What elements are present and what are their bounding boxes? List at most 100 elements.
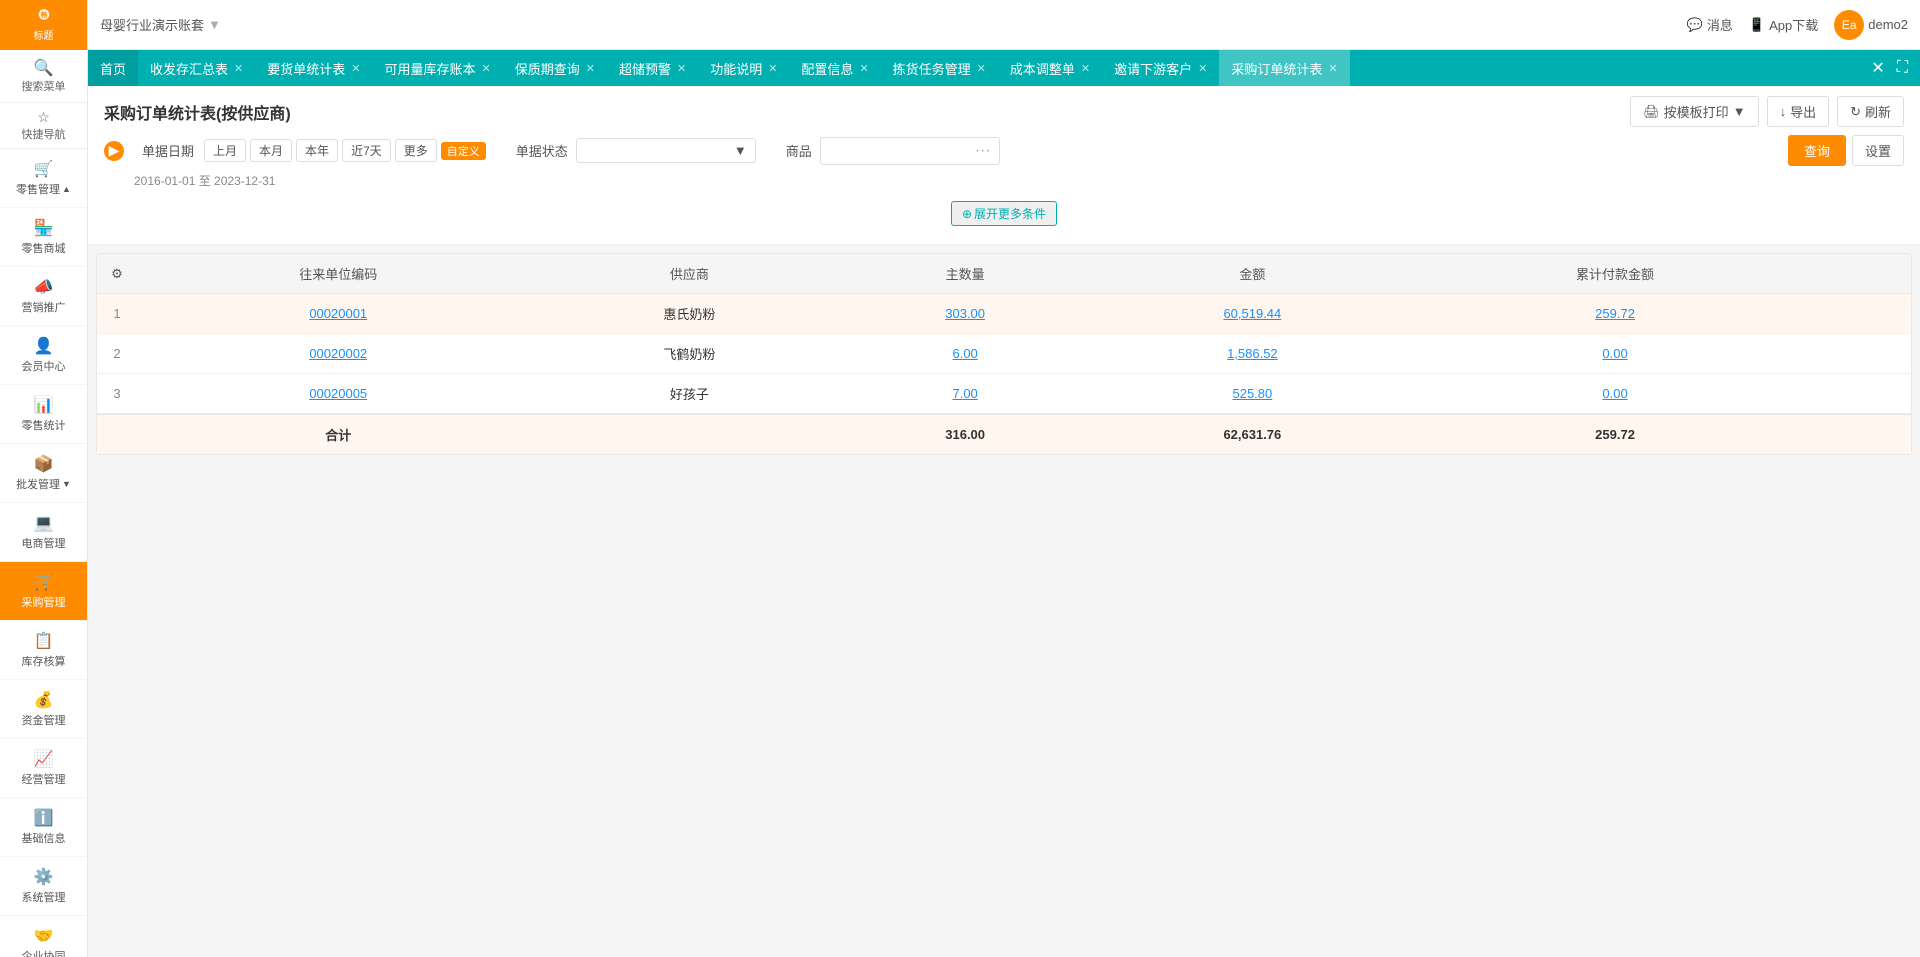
sidebar-item-retail-shop[interactable]: 🏪 零售商城 bbox=[0, 208, 87, 267]
tab-close-2[interactable]: ✕ bbox=[351, 62, 360, 75]
tab-close-9[interactable]: ✕ bbox=[1081, 62, 1090, 75]
tab-保质期查询[interactable]: 保质期查询 ✕ bbox=[503, 50, 607, 86]
sidebar-item-collab[interactable]: 🤝 企业协同 bbox=[0, 916, 87, 957]
cell-quantity[interactable]: 303.00 bbox=[839, 294, 1091, 334]
tab-label-6: 功能说明 bbox=[710, 59, 762, 78]
tab-home[interactable]: 首页 bbox=[88, 50, 138, 86]
tab-超储预警[interactable]: 超储预警 ✕ bbox=[607, 50, 698, 86]
cell-code[interactable]: 00020002 bbox=[137, 334, 539, 374]
member-icon: 👤 bbox=[34, 336, 54, 356]
tab-close-4[interactable]: ✕ bbox=[586, 62, 595, 75]
col-settings[interactable]: ⚙ bbox=[97, 254, 137, 294]
col-extra bbox=[1816, 254, 1911, 294]
sidebar-item-member[interactable]: 👤 会员中心 bbox=[0, 326, 87, 385]
tab-close-8[interactable]: ✕ bbox=[977, 62, 986, 75]
page-content: 采购订单统计表(按供应商) 🖨 按模板打印 ▼ ↓ 导出 ↻ 刷新 bbox=[88, 86, 1920, 957]
app-download-icon: 📱 bbox=[1749, 17, 1765, 33]
footer-total-quantity: 316.00 bbox=[839, 414, 1091, 454]
workspace-name: 母婴行业演示账套 bbox=[100, 15, 204, 34]
workspace-dropdown-icon[interactable]: ▼ bbox=[208, 17, 221, 32]
app-download-button[interactable]: 📱 App下载 bbox=[1749, 15, 1818, 34]
template-print-button[interactable]: 🖨 按模板打印 ▼ bbox=[1630, 96, 1758, 127]
date-btn-7days[interactable]: 近7天 bbox=[342, 139, 391, 162]
sidebar-item-finance[interactable]: 💰 资金管理 bbox=[0, 680, 87, 739]
date-btn-more[interactable]: 更多 bbox=[395, 139, 437, 162]
cell-code[interactable]: 00020001 bbox=[137, 294, 539, 334]
tab-成本调整单[interactable]: 成本调整单 ✕ bbox=[998, 50, 1102, 86]
tab-label-11: 采购订单统计表 bbox=[1231, 59, 1322, 78]
finance-icon: 💰 bbox=[34, 690, 54, 710]
sidebar-item-marketing[interactable]: 📣 营销推广 bbox=[0, 267, 87, 326]
workspace-title: 母婴行业演示账套 ▼ bbox=[100, 15, 221, 34]
sidebar-item-retail-mgmt[interactable]: 🛒 零售管理 ▲ bbox=[0, 149, 87, 208]
tab-label-3: 可用量库存账本 bbox=[384, 59, 475, 78]
sidebar-item-inventory[interactable]: 📋 库存核算 bbox=[0, 621, 87, 680]
tab-拣货任务管理[interactable]: 拣货任务管理 ✕ bbox=[881, 50, 998, 86]
sidebar-quicknav-label: 快捷导航 bbox=[4, 126, 83, 142]
nav-maximize-icon[interactable]: ⛶ bbox=[1893, 59, 1912, 77]
expand-icon: ⊕ bbox=[962, 207, 972, 221]
cell-amount[interactable]: 1,586.52 bbox=[1091, 334, 1414, 374]
logo-text: 标题 bbox=[34, 27, 54, 42]
tab-邀请下游客户[interactable]: 邀请下游客户 ✕ bbox=[1102, 50, 1219, 86]
sidebar-item-basic-info[interactable]: ℹ️ 基础信息 bbox=[0, 798, 87, 857]
cell-amount[interactable]: 525.80 bbox=[1091, 374, 1414, 415]
col-paid: 累计付款金额 bbox=[1414, 254, 1816, 294]
tab-close-11[interactable]: ✕ bbox=[1328, 62, 1337, 75]
cell-paid[interactable]: 0.00 bbox=[1414, 334, 1816, 374]
tab-可用量库存账本[interactable]: 可用量库存账本 ✕ bbox=[372, 50, 502, 86]
date-btn-last-month[interactable]: 上月 bbox=[204, 139, 246, 162]
cell-quantity[interactable]: 7.00 bbox=[839, 374, 1091, 415]
tab-采购订单统计表[interactable]: 采购订单统计表 ✕ bbox=[1219, 50, 1349, 86]
tab-收发存汇总表[interactable]: 收发存汇总表 ✕ bbox=[138, 50, 255, 86]
sidebar-item-retail-stats[interactable]: 📊 零售统计 bbox=[0, 385, 87, 444]
nav-close-icon[interactable]: ✕ bbox=[1867, 58, 1888, 78]
system-icon: ⚙️ bbox=[34, 867, 54, 887]
tab-close-10[interactable]: ✕ bbox=[1198, 62, 1207, 75]
sidebar-item-quicknav[interactable]: ☆ 快捷导航 bbox=[0, 103, 87, 149]
tab-close-3[interactable]: ✕ bbox=[482, 62, 491, 75]
settings-button[interactable]: 设置 bbox=[1852, 135, 1904, 166]
sidebar-item-purchase[interactable]: 🛒 采购管理 bbox=[0, 562, 87, 621]
export-button[interactable]: ↓ 导出 bbox=[1767, 96, 1830, 127]
tab-配置信息[interactable]: 配置信息 ✕ bbox=[789, 50, 880, 86]
marketing-icon: 📣 bbox=[34, 277, 54, 297]
topbar: 母婴行业演示账套 ▼ 💬 消息 📱 App下载 Ea demo2 bbox=[88, 0, 1920, 50]
cell-paid[interactable]: 259.72 bbox=[1414, 294, 1816, 334]
tab-close-6[interactable]: ✕ bbox=[768, 62, 777, 75]
query-button[interactable]: 查询 bbox=[1788, 135, 1846, 166]
tab-功能说明[interactable]: 功能说明 ✕ bbox=[698, 50, 789, 86]
message-button[interactable]: 💬 消息 bbox=[1687, 15, 1733, 34]
date-btn-this-month[interactable]: 本月 bbox=[250, 139, 292, 162]
cell-paid[interactable]: 0.00 bbox=[1414, 374, 1816, 415]
cell-code[interactable]: 00020005 bbox=[137, 374, 539, 415]
cell-amount[interactable]: 60,519.44 bbox=[1091, 294, 1414, 334]
table-footer-row: 合计 316.00 62,631.76 259.72 bbox=[97, 414, 1911, 454]
filter-toggle-button[interactable]: ▶ bbox=[104, 141, 124, 161]
sidebar-item-operations[interactable]: 📈 经营管理 bbox=[0, 739, 87, 798]
wholesale-icon: 📦 bbox=[34, 454, 54, 474]
sidebar-item-wholesale[interactable]: 📦 批发管理 ▼ bbox=[0, 444, 87, 503]
refresh-button[interactable]: ↻ 刷新 bbox=[1837, 96, 1904, 127]
date-btn-this-year[interactable]: 本年 bbox=[296, 139, 338, 162]
col-supplier: 供应商 bbox=[539, 254, 839, 294]
table-header-row: ⚙ 往来单位编码 供应商 主数量 金额 累计付款金额 bbox=[97, 254, 1911, 294]
user-profile-button[interactable]: Ea demo2 bbox=[1834, 10, 1908, 40]
sidebar-item-ecommerce[interactable]: 💻 电商管理 bbox=[0, 503, 87, 562]
footer-empty1 bbox=[97, 414, 137, 454]
template-print-label: 按模板打印 bbox=[1664, 102, 1729, 121]
tab-close-5[interactable]: ✕ bbox=[677, 62, 686, 75]
username-label: demo2 bbox=[1868, 17, 1908, 32]
app-download-label: App下载 bbox=[1769, 15, 1818, 34]
sidebar-item-search[interactable]: 🔍 搜索菜单 bbox=[0, 50, 87, 103]
sidebar-item-system[interactable]: ⚙️ 系统管理 bbox=[0, 857, 87, 916]
goods-select[interactable]: ··· bbox=[820, 137, 1000, 165]
sidebar-operations-label: 经营管理 bbox=[22, 771, 66, 787]
expand-conditions-button[interactable]: ⊕ 展开更多条件 bbox=[951, 201, 1057, 226]
status-select[interactable]: ▼ bbox=[576, 138, 756, 163]
tab-close-1[interactable]: ✕ bbox=[234, 62, 243, 75]
tab-要货单统计表[interactable]: 要货单统计表 ✕ bbox=[255, 50, 372, 86]
cell-quantity[interactable]: 6.00 bbox=[839, 334, 1091, 374]
tab-close-7[interactable]: ✕ bbox=[859, 62, 868, 75]
export-label: 导出 bbox=[1790, 102, 1816, 121]
